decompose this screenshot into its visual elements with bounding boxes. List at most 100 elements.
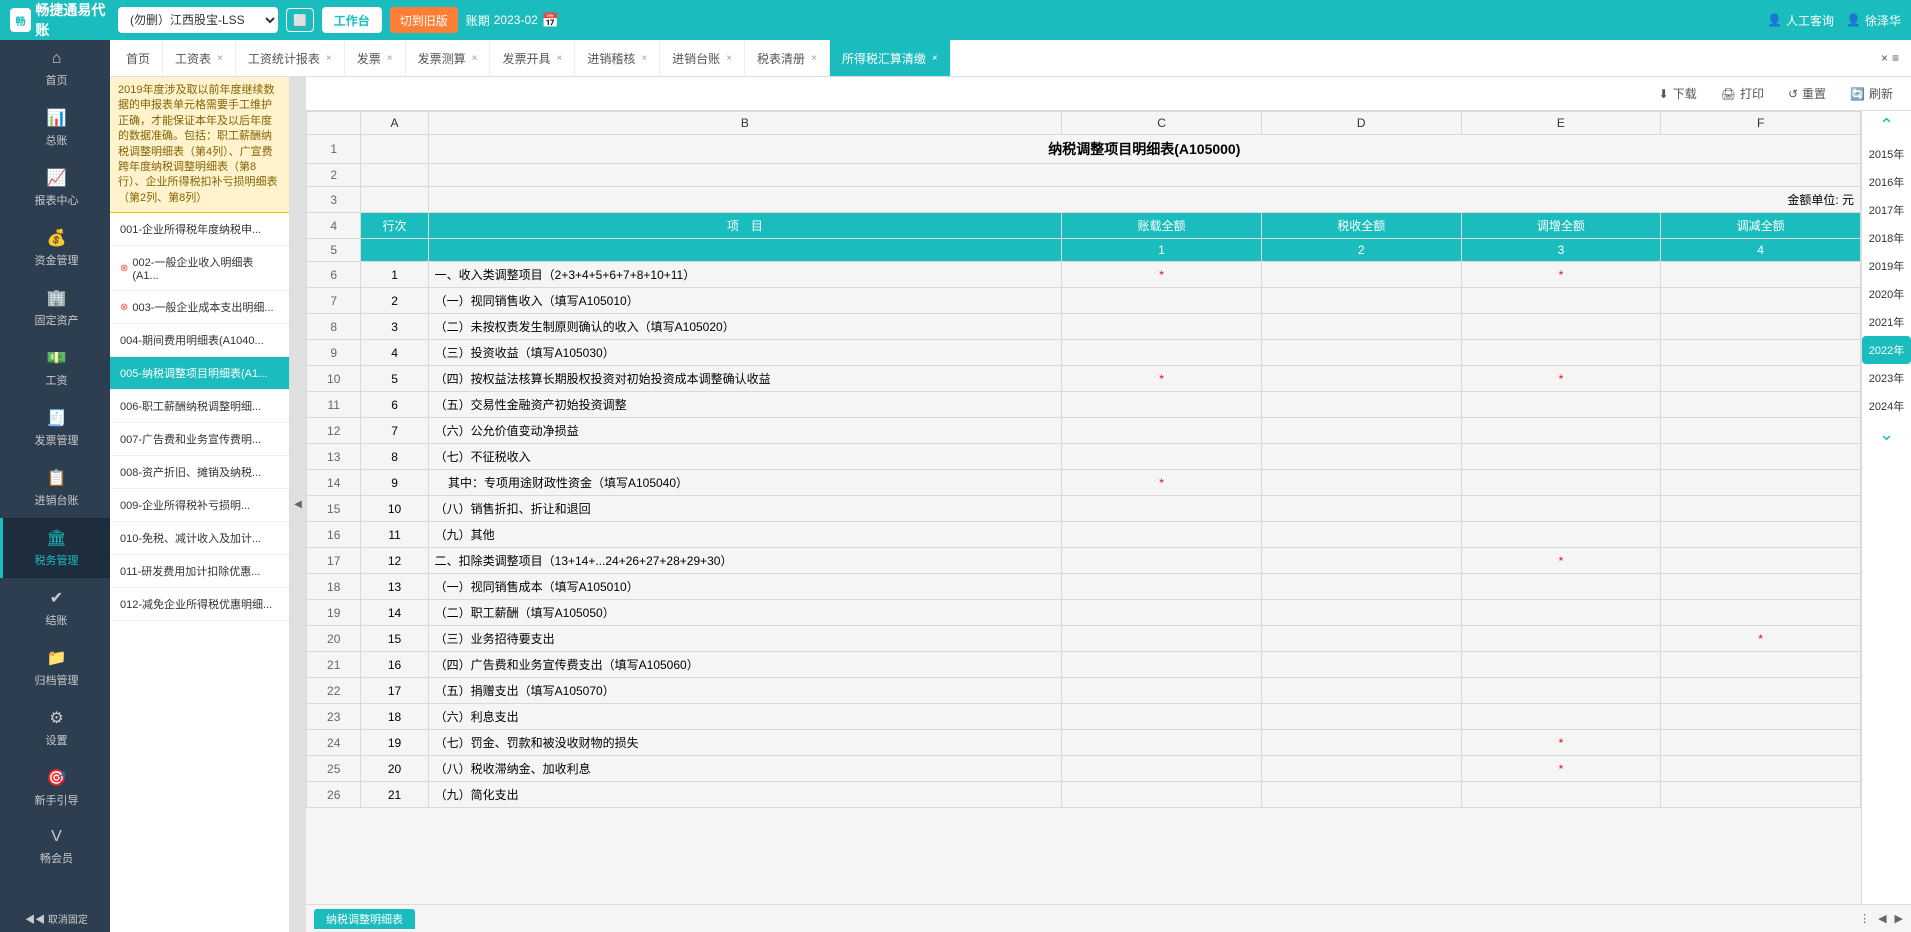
table-unit: 金额单位: 元 <box>428 187 1860 213</box>
year-item-2021[interactable]: 2021年 <box>1862 308 1911 336</box>
left-menu-item-006[interactable]: 006-职工薪酬纳税调整明细... <box>110 390 289 423</box>
sidebar-item-capital[interactable]: 💰 资金管理 <box>0 218 110 278</box>
sidebar-item-assets[interactable]: 🏢 固定资产 <box>0 278 110 338</box>
year-item-2016[interactable]: 2016年 <box>1862 168 1911 196</box>
tab-salary-stat[interactable]: 工资统计报表 × <box>236 40 345 76</box>
tab-invoice-open[interactable]: 发票开具 × <box>490 40 575 76</box>
col-header-hangci: 行次 <box>361 213 428 239</box>
scroll-right[interactable]: ▶ <box>1895 912 1903 925</box>
left-menu-item-010[interactable]: 010-免税、减计收入及加计... <box>110 522 289 555</box>
table-row: 20 15 （三）业务招待要支出 * <box>307 626 1861 652</box>
logo-area: 畅 畅捷通易代账 <box>10 0 110 40</box>
refresh-icon: 🔄 <box>1850 87 1865 101</box>
sidebar-item-settings[interactable]: ⚙ 设置 <box>0 698 110 758</box>
left-menu-item-003[interactable]: ⊗ 003-一般企业成本支出明细... <box>110 291 289 324</box>
support-item[interactable]: 👤 人工客询 <box>1767 12 1834 29</box>
left-menu-item-005[interactable]: 005-纳税调整项目明细表(A1... <box>110 357 289 390</box>
sheet-tab-main[interactable]: 纳税调整明细表 <box>314 909 415 929</box>
sidebar-item-closing[interactable]: ✔ 结账 <box>0 578 110 638</box>
menu-label-004: 004-期间费用明细表(A1040... <box>120 332 264 348</box>
col-header-A: A <box>361 112 428 135</box>
tab-import-ledger-close[interactable]: × <box>726 53 732 64</box>
tab-invoice-open-close[interactable]: × <box>556 53 562 64</box>
tab-tax-clear-label: 税表清册 <box>757 50 805 67</box>
ledger-icon: 📊 <box>47 108 67 128</box>
year-item-2017[interactable]: 2017年 <box>1862 196 1911 224</box>
sidebar-item-archive[interactable]: 📁 归档管理 <box>0 638 110 698</box>
sidebar-item-home[interactable]: ⌂ 首页 <box>0 40 110 98</box>
tab-income-tax[interactable]: 所得税汇算清缴 × <box>830 40 951 76</box>
tab-salary[interactable]: 工资表 × <box>163 40 236 76</box>
year-nav-down[interactable]: ⌄ <box>1875 420 1898 449</box>
reset-button[interactable]: ↺ 重置 <box>1782 83 1832 104</box>
tab-salary-close[interactable]: × <box>217 53 223 64</box>
tab-invoice-label: 发票 <box>357 50 381 67</box>
unpin-button[interactable]: ◀◀ 取消固定 <box>0 905 110 932</box>
tab-import-check-close[interactable]: × <box>641 53 647 64</box>
year-item-2022[interactable]: 2022年 <box>1862 336 1911 364</box>
spreadsheet: A B C D E F <box>306 111 1861 808</box>
tab-tax-clear[interactable]: 税表清册 × <box>745 40 830 76</box>
left-menu-item-002[interactable]: ⊗ 002-一般企业收入明细表(A1... <box>110 246 289 291</box>
scroll-left[interactable]: ◀ <box>1878 912 1886 925</box>
year-item-2020[interactable]: 2020年 <box>1862 280 1911 308</box>
scroll-indicator: ⋮ <box>1859 912 1870 925</box>
tab-invoice-calc[interactable]: 发票测算 × <box>406 40 491 76</box>
sidebar-item-ledger[interactable]: 📊 总账 <box>0 98 110 158</box>
tab-invoice-close[interactable]: × <box>387 53 393 64</box>
member-icon: V <box>51 828 62 846</box>
tab-salary-stat-close[interactable]: × <box>326 53 332 64</box>
year-item-2015[interactable]: 2015年 <box>1862 140 1911 168</box>
left-menu-item-007[interactable]: 007-广告费和业务宣传费明... <box>110 423 289 456</box>
workbench-button[interactable]: 工作台 <box>322 7 382 33</box>
bottom-right: ⋮ ◀ ▶ <box>1859 912 1903 925</box>
tab-home[interactable]: 首页 <box>114 40 163 76</box>
sidebar-item-tax[interactable]: 🏛 税务管理 <box>0 518 110 578</box>
tab-menu[interactable]: ≡ <box>1892 51 1899 65</box>
left-menu-item-009[interactable]: 009-企业所得税补亏损明... <box>110 489 289 522</box>
tab-invoice-calc-close[interactable]: × <box>472 53 478 64</box>
tab-import-check[interactable]: 进销稽核 × <box>575 40 660 76</box>
user-item[interactable]: 👤 徐泽华 <box>1846 12 1901 29</box>
table-wrapper: A B C D E F <box>306 111 1861 904</box>
copy-button[interactable]: ⬜ <box>286 8 314 32</box>
left-menu-item-012[interactable]: 012-减免企业所得税优惠明细... <box>110 588 289 621</box>
tab-income-tax-close[interactable]: × <box>932 53 938 64</box>
left-menu-item-011[interactable]: 011-研发费用加计扣除优惠... <box>110 555 289 588</box>
sidebar-item-salary[interactable]: 💵 工资 <box>0 338 110 398</box>
year-nav-up[interactable]: ⌃ <box>1875 111 1898 140</box>
tab-import-ledger[interactable]: 进销台账 × <box>660 40 745 76</box>
refresh-button[interactable]: 🔄 刷新 <box>1844 83 1899 104</box>
sidebar-item-invoice[interactable]: 🧾 发票管理 <box>0 398 110 458</box>
year-item-2019[interactable]: 2019年 <box>1862 252 1911 280</box>
col-sub-A <box>361 239 428 262</box>
old-version-button[interactable]: 切到旧版 <box>390 7 458 33</box>
col-sub-3: 3 <box>1461 239 1661 262</box>
table-row: 13 8 （七）不征税收入 <box>307 444 1861 470</box>
left-menu-item-001[interactable]: 001-企业所得税年度纳税申... <box>110 213 289 246</box>
year-item-2024[interactable]: 2024年 <box>1862 392 1911 420</box>
download-button[interactable]: ⬇ 下载 <box>1653 83 1703 104</box>
sidebar-item-member[interactable]: V 畅会员 <box>0 818 110 876</box>
left-menu-item-004[interactable]: 004-期间费用明细表(A1040... <box>110 324 289 357</box>
page-content: 2019年度涉及取以前年度继续数据的申报表单元格需要手工维护正确，才能保证本年及… <box>110 77 1911 932</box>
left-menu-item-008[interactable]: 008-资产折旧、摊销及纳税... <box>110 456 289 489</box>
sidebar-item-newguide[interactable]: 🎯 新手引导 <box>0 758 110 818</box>
invoice-icon: 🧾 <box>47 408 67 428</box>
tab-tax-clear-close[interactable]: × <box>811 53 817 64</box>
year-item-2018[interactable]: 2018年 <box>1862 224 1911 252</box>
sidebar-item-import[interactable]: 📋 进销台账 <box>0 458 110 518</box>
print-button[interactable]: 🖨 打印 <box>1715 83 1770 104</box>
col-header-C: C <box>1062 112 1262 135</box>
table-row: 6 1 一、收入类调整项目（2+3+4+5+6+7+8+10+11） * * <box>307 262 1861 288</box>
company-select[interactable]: (勿删）江西股宝-LSS <box>118 7 278 33</box>
calendar-icon[interactable]: 📅 <box>542 12 559 29</box>
tab-invoice[interactable]: 发票 × <box>345 40 406 76</box>
logo-icon: 畅 <box>10 8 31 32</box>
bottom-bar: 纳税调整明细表 ⋮ ◀ ▶ <box>306 904 1911 932</box>
collapse-button[interactable]: ◀ <box>290 77 306 932</box>
sidebar-item-report[interactable]: 📈 报表中心 <box>0 158 110 218</box>
year-item-2023[interactable]: 2023年 <box>1862 364 1911 392</box>
tab-close-all[interactable]: × <box>1881 51 1888 65</box>
closing-icon: ✔ <box>50 588 63 608</box>
